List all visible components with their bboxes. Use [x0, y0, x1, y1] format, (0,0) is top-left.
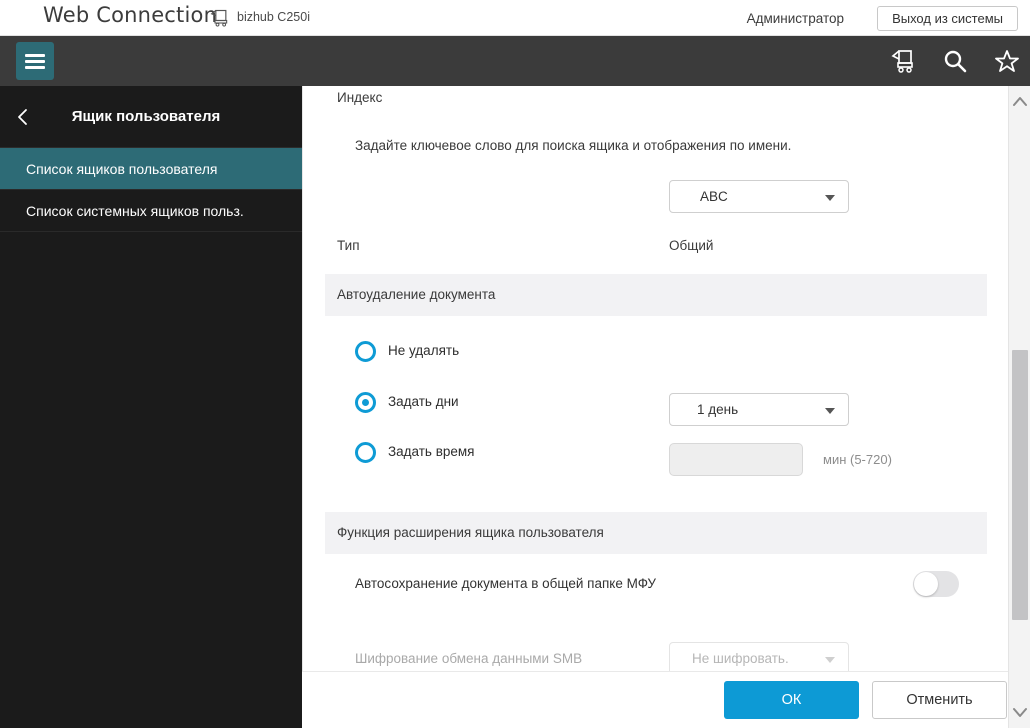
autosave-toggle[interactable] [913, 571, 959, 597]
sidebar: Ящик пользователя Список ящиков пользова… [0, 86, 302, 728]
content-pane: Индекс Задайте ключевое слово для поиска… [302, 86, 1008, 671]
sidebar-title: Ящик пользователя [0, 108, 302, 125]
star-icon[interactable] [994, 48, 1020, 74]
radio-label: Задать время [388, 444, 475, 459]
sidebar-header: Ящик пользователя [0, 86, 302, 148]
sidebar-item-user-box-list[interactable]: Список ящиков пользователя [0, 148, 302, 190]
radio-button[interactable] [355, 392, 376, 413]
sidebar-item-label: Список системных ящиков польз. [26, 203, 244, 219]
printer-icon[interactable] [890, 48, 916, 74]
logout-button[interactable]: Выход из системы [877, 6, 1018, 31]
scrollbar-thumb[interactable] [1012, 350, 1028, 620]
sidebar-item-label: Список ящиков пользователя [26, 161, 217, 177]
dialog-footer: ОК Отменить [302, 671, 1008, 728]
days-select[interactable]: 1 день [669, 393, 849, 426]
printer-icon [209, 8, 231, 28]
index-label: Индекс [337, 90, 382, 105]
time-unit-label: мин (5-720) [823, 452, 892, 467]
autodelete-section-title: Автоудаление документа [325, 274, 987, 316]
smb-encryption-label: Шифрование обмена данными SMB [355, 651, 582, 666]
index-select-value: ABC [700, 189, 728, 204]
type-value: Общий [669, 238, 713, 253]
chevron-down-icon [825, 195, 835, 201]
ok-button[interactable]: ОК [724, 681, 859, 719]
chevron-down-icon[interactable] [1009, 700, 1030, 724]
search-icon[interactable] [942, 48, 968, 74]
chevron-up-icon[interactable] [1009, 90, 1030, 114]
index-select[interactable]: ABC [669, 180, 849, 213]
toggle-knob [914, 572, 938, 596]
radio-label: Не удалять [388, 343, 459, 358]
chevron-down-icon [825, 408, 835, 414]
hamburger-icon[interactable] [16, 42, 54, 80]
smb-encryption-select[interactable]: Не шифровать. [669, 642, 849, 671]
time-input[interactable] [669, 443, 803, 476]
app-brand-title: Web Connection [43, 3, 217, 27]
device-name-label: bizhub C250i [237, 10, 310, 24]
sidebar-item-system-box-list[interactable]: Список системных ящиков польз. [0, 190, 302, 232]
web-connection-page: Web Connection bizhub C250i Администрато… [0, 0, 1030, 728]
sidebar-footer-strip [0, 671, 302, 728]
radio-selected-dot [362, 399, 369, 406]
autosave-label: Автосохранение документа в общей папке М… [355, 573, 685, 594]
cancel-button[interactable]: Отменить [872, 681, 1007, 719]
index-description: Задайте ключевое слово для поиска ящика … [355, 138, 791, 153]
chevron-down-icon [825, 657, 835, 663]
navbar-icon-group [890, 36, 1020, 86]
topbar: Web Connection bizhub C250i Администрато… [0, 0, 1030, 36]
type-label: Тип [337, 238, 360, 253]
vertical-scrollbar[interactable] [1008, 86, 1030, 728]
smb-select-value: Не шифровать. [692, 651, 789, 666]
radio-button[interactable] [355, 442, 376, 463]
radio-button[interactable] [355, 341, 376, 362]
extension-section-title: Функция расширения ящика пользователя [325, 512, 987, 554]
days-select-value: 1 день [697, 402, 738, 417]
admin-user-label: Администратор [747, 11, 844, 26]
navbar [0, 36, 1030, 86]
radio-label: Задать дни [388, 394, 459, 409]
